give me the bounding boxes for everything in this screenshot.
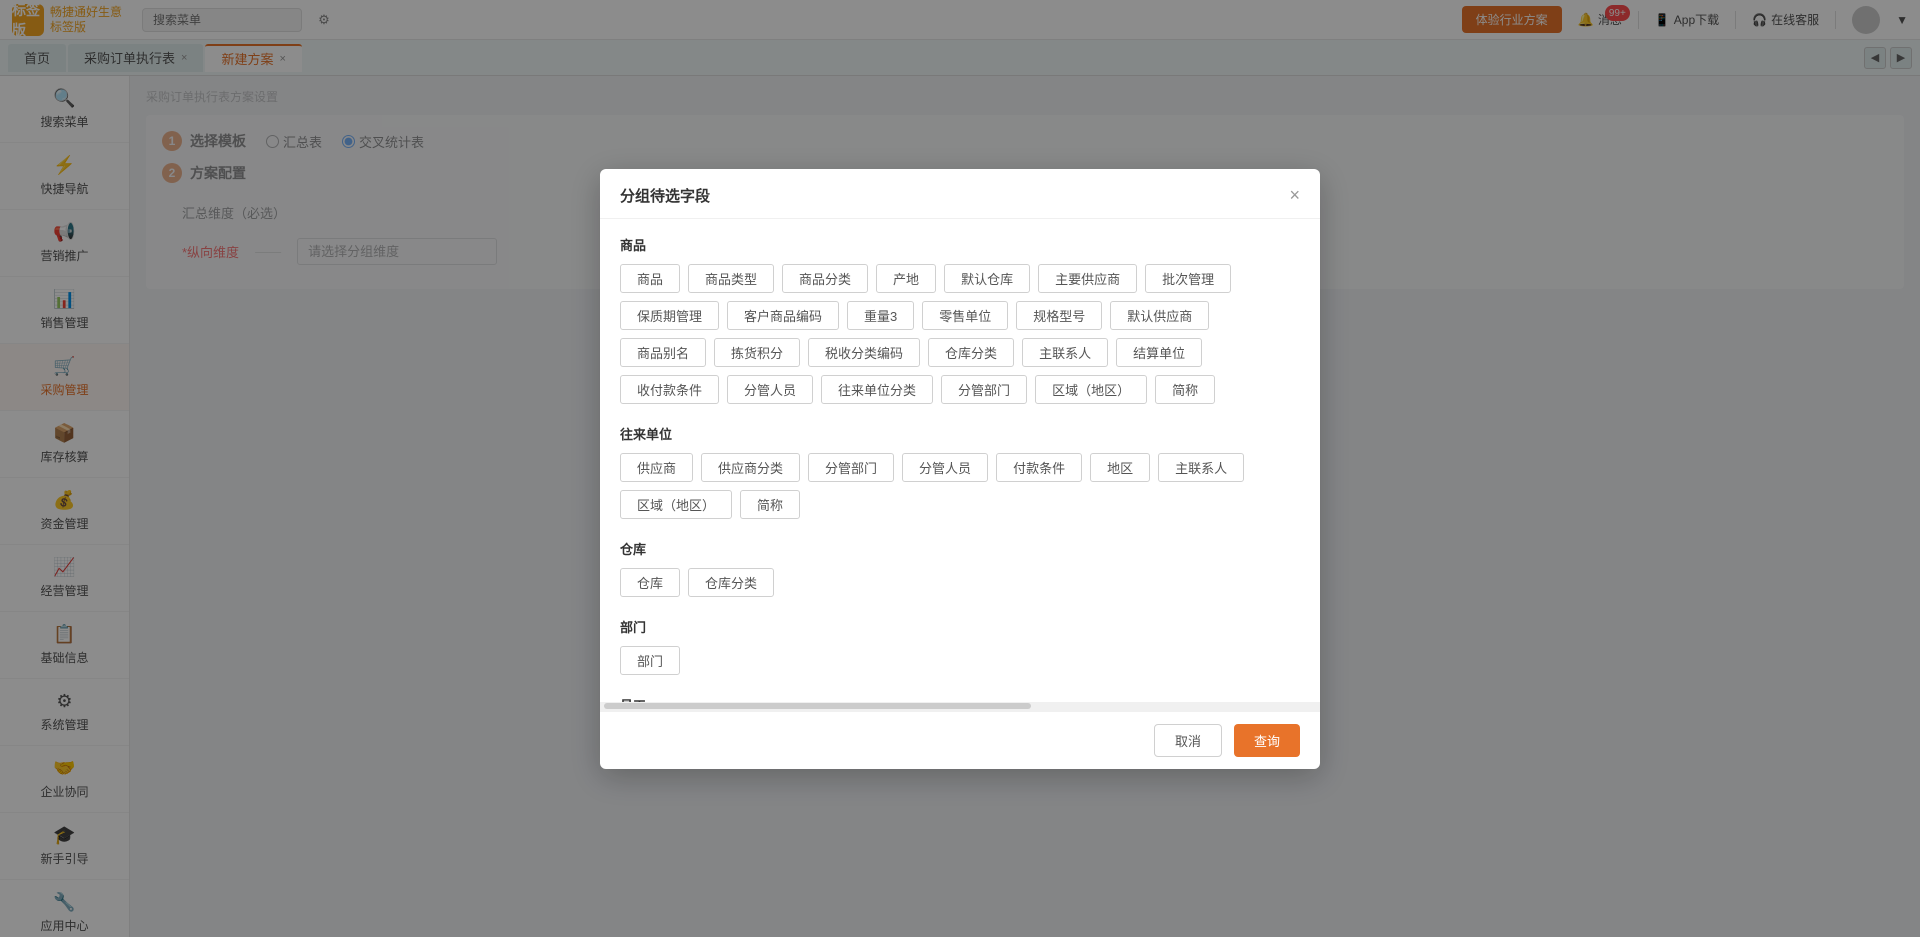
modal-header: 分组待选字段 ×: [600, 169, 1320, 219]
field-group-partner: 往来单位 供应商 供应商分类 分管部门 分管人员 付款条件 地区 主联系人 区域…: [620, 424, 1300, 519]
field-tag[interactable]: 主要供应商: [1038, 264, 1137, 293]
field-tag[interactable]: 供应商: [620, 453, 693, 482]
field-tag[interactable]: 重量3: [847, 301, 914, 330]
field-group-employee-title: 员工: [620, 695, 1300, 703]
field-tag[interactable]: 商品: [620, 264, 680, 293]
field-tag[interactable]: 往来单位分类: [821, 375, 933, 404]
field-group-warehouse: 仓库 仓库 仓库分类: [620, 539, 1300, 597]
field-tag[interactable]: 简称: [1155, 375, 1215, 404]
field-group-employee: 员工 业务员: [620, 695, 1300, 703]
field-tag[interactable]: 商品分类: [782, 264, 868, 293]
field-tag[interactable]: 分管部门: [808, 453, 894, 482]
field-tag[interactable]: 分管人员: [902, 453, 988, 482]
field-group-goods: 商品 商品 商品类型 商品分类 产地 默认仓库 主要供应商 批次管理 保质期管理…: [620, 235, 1300, 404]
field-tags-warehouse: 仓库 仓库分类: [620, 568, 1300, 597]
field-tag[interactable]: 商品别名: [620, 338, 706, 367]
field-tag[interactable]: 拣货积分: [714, 338, 800, 367]
field-tag[interactable]: 主联系人: [1158, 453, 1244, 482]
field-group-warehouse-title: 仓库: [620, 539, 1300, 558]
field-tag[interactable]: 默认仓库: [944, 264, 1030, 293]
modal-overlay: 分组待选字段 × 商品 商品 商品类型 商品分类 产地 默认仓库 主要供应商 批…: [0, 0, 1920, 937]
field-tag[interactable]: 仓库分类: [928, 338, 1014, 367]
field-select-modal: 分组待选字段 × 商品 商品 商品类型 商品分类 产地 默认仓库 主要供应商 批…: [600, 169, 1320, 769]
field-tag[interactable]: 规格型号: [1016, 301, 1102, 330]
field-tag[interactable]: 简称: [740, 490, 800, 519]
field-tag[interactable]: 仓库: [620, 568, 680, 597]
field-tag[interactable]: 批次管理: [1145, 264, 1231, 293]
hscroll-thumb[interactable]: [604, 703, 1031, 709]
field-tag[interactable]: 区域（地区）: [1035, 375, 1147, 404]
field-tag[interactable]: 地区: [1090, 453, 1150, 482]
field-tag[interactable]: 区域（地区）: [620, 490, 732, 519]
modal-body: 商品 商品 商品类型 商品分类 产地 默认仓库 主要供应商 批次管理 保质期管理…: [600, 219, 1320, 703]
field-tag[interactable]: 结算单位: [1116, 338, 1202, 367]
field-group-goods-title: 商品: [620, 235, 1300, 254]
field-tag[interactable]: 部门: [620, 646, 680, 675]
field-group-department: 部门 部门: [620, 617, 1300, 675]
field-tag[interactable]: 收付款条件: [620, 375, 719, 404]
modal-title: 分组待选字段: [620, 185, 710, 206]
field-tag[interactable]: 税收分类编码: [808, 338, 920, 367]
field-tag[interactable]: 零售单位: [922, 301, 1008, 330]
cancel-button[interactable]: 取消: [1154, 724, 1222, 757]
field-tags-department: 部门: [620, 646, 1300, 675]
field-tag[interactable]: 客户商品编码: [727, 301, 839, 330]
modal-close-button[interactable]: ×: [1289, 186, 1300, 204]
modal-hscrollbar[interactable]: [600, 702, 1320, 710]
field-tag[interactable]: 分管部门: [941, 375, 1027, 404]
field-tags-partner: 供应商 供应商分类 分管部门 分管人员 付款条件 地区 主联系人 区域（地区） …: [620, 453, 1300, 519]
field-tag[interactable]: 产地: [876, 264, 936, 293]
modal-footer: 取消 查询: [600, 711, 1320, 769]
field-tag[interactable]: 主联系人: [1022, 338, 1108, 367]
confirm-button[interactable]: 查询: [1234, 724, 1300, 757]
field-tag[interactable]: 保质期管理: [620, 301, 719, 330]
field-tag[interactable]: 供应商分类: [701, 453, 800, 482]
field-group-partner-title: 往来单位: [620, 424, 1300, 443]
field-tag[interactable]: 分管人员: [727, 375, 813, 404]
field-tag[interactable]: 默认供应商: [1110, 301, 1209, 330]
field-tags-goods: 商品 商品类型 商品分类 产地 默认仓库 主要供应商 批次管理 保质期管理 客户…: [620, 264, 1300, 404]
field-tag[interactable]: 付款条件: [996, 453, 1082, 482]
field-group-department-title: 部门: [620, 617, 1300, 636]
field-tag[interactable]: 商品类型: [688, 264, 774, 293]
field-tag[interactable]: 仓库分类: [688, 568, 774, 597]
